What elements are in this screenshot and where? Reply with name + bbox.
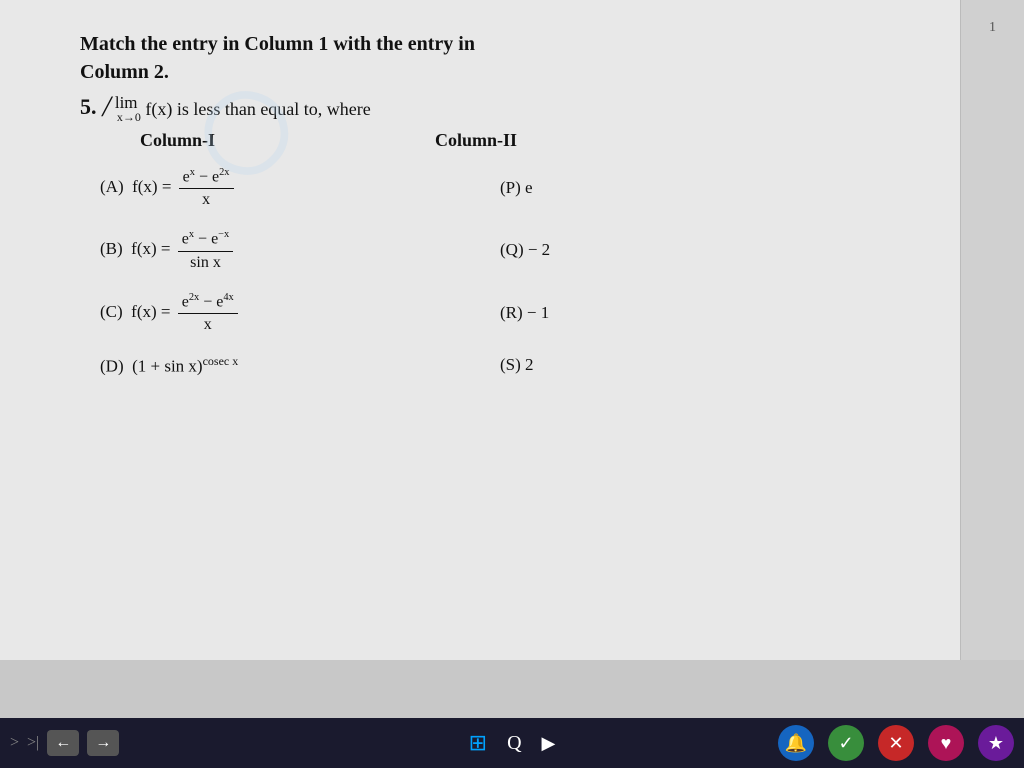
fraction-B-denominator: sin x	[186, 252, 225, 272]
entry-B-col2: (Q) − 2	[500, 240, 550, 260]
entry-row-A: (A) f(x) = ex − e2x x (P) e	[100, 167, 920, 209]
entry-row-B: (B) f(x) = ex − e−x sin x (Q) − 2	[100, 229, 920, 271]
fraction-A-denominator: x	[198, 189, 214, 209]
fraction-A: ex − e2x x	[179, 167, 234, 209]
app-icon[interactable]: ♥	[928, 725, 964, 761]
entry-A-col1: (A) f(x) = ex − e2x x	[100, 167, 440, 209]
fraction-C: e2x − e4x x	[178, 292, 238, 334]
fraction-B: ex − e−x sin x	[178, 229, 234, 271]
main-content: ◯ Match the entry in Column 1 with the e…	[0, 0, 960, 660]
entry-D-col1: (D) (1 + sin x)cosec x	[100, 354, 440, 377]
entry-C-col2: (R) − 1	[500, 303, 549, 323]
column-II-header: Column-II	[435, 130, 517, 151]
forward-button[interactable]: →	[87, 730, 119, 756]
entry-C-col1: (C) f(x) = e2x − e4x x	[100, 292, 440, 334]
entry-row-C: (C) f(x) = e2x − e4x x (R) − 1	[100, 292, 920, 334]
slash-mark: /	[103, 90, 111, 124]
fraction-A-numerator: ex − e2x	[179, 167, 234, 189]
taskbar-icons: 🔔 ✓ ✕ ♥ ★	[778, 725, 1014, 761]
entry-B-col1: (B) f(x) = ex − e−x sin x	[100, 229, 440, 271]
question-row: 5. / lim x→0 f(x) is less than equal to,…	[80, 94, 920, 124]
back-button[interactable]: ←	[47, 730, 79, 756]
extra-icon[interactable]: ★	[978, 725, 1014, 761]
search-icon[interactable]: Q	[507, 732, 521, 755]
taskbar-app-icon[interactable]: ▶	[542, 733, 556, 754]
fraction-C-denominator: x	[200, 314, 216, 334]
entry-D-col2: (S) 2	[500, 355, 534, 375]
notification-icon[interactable]: 🔔	[778, 725, 814, 761]
entries-container: (A) f(x) = ex − e2x x (P) e (B) f(x) = e…	[100, 167, 920, 377]
fraction-C-numerator: e2x − e4x	[178, 292, 238, 314]
instruction-text: Match the entry in Column 1 with the ent…	[80, 33, 475, 83]
instruction: Match the entry in Column 1 with the ent…	[80, 30, 920, 86]
question-number: 5.	[80, 94, 97, 120]
close-icon[interactable]: ✕	[878, 725, 914, 761]
fraction-B-numerator: ex − e−x	[178, 229, 234, 251]
entry-A-col2: (P) e	[500, 178, 533, 198]
right-panel: 1	[960, 0, 1024, 660]
question-text: lim x→0 f(x) is less than equal to, wher…	[115, 94, 371, 123]
check-icon[interactable]: ✓	[828, 725, 864, 761]
column-headers: Column-I Column-II	[140, 130, 920, 151]
column-I-header: Column-I	[140, 130, 215, 151]
nav-right-arrow[interactable]: >|	[27, 734, 39, 752]
windows-icon[interactable]: ⊞	[469, 730, 487, 756]
nav-left-arrow[interactable]: >	[10, 734, 19, 752]
taskbar: > >| ← → ⊞ Q ▶ 🔔 ✓ ✕ ♥ ★	[0, 718, 1024, 768]
entry-row-D: (D) (1 + sin x)cosec x (S) 2	[100, 354, 920, 377]
right-panel-label: 1	[961, 0, 1024, 36]
